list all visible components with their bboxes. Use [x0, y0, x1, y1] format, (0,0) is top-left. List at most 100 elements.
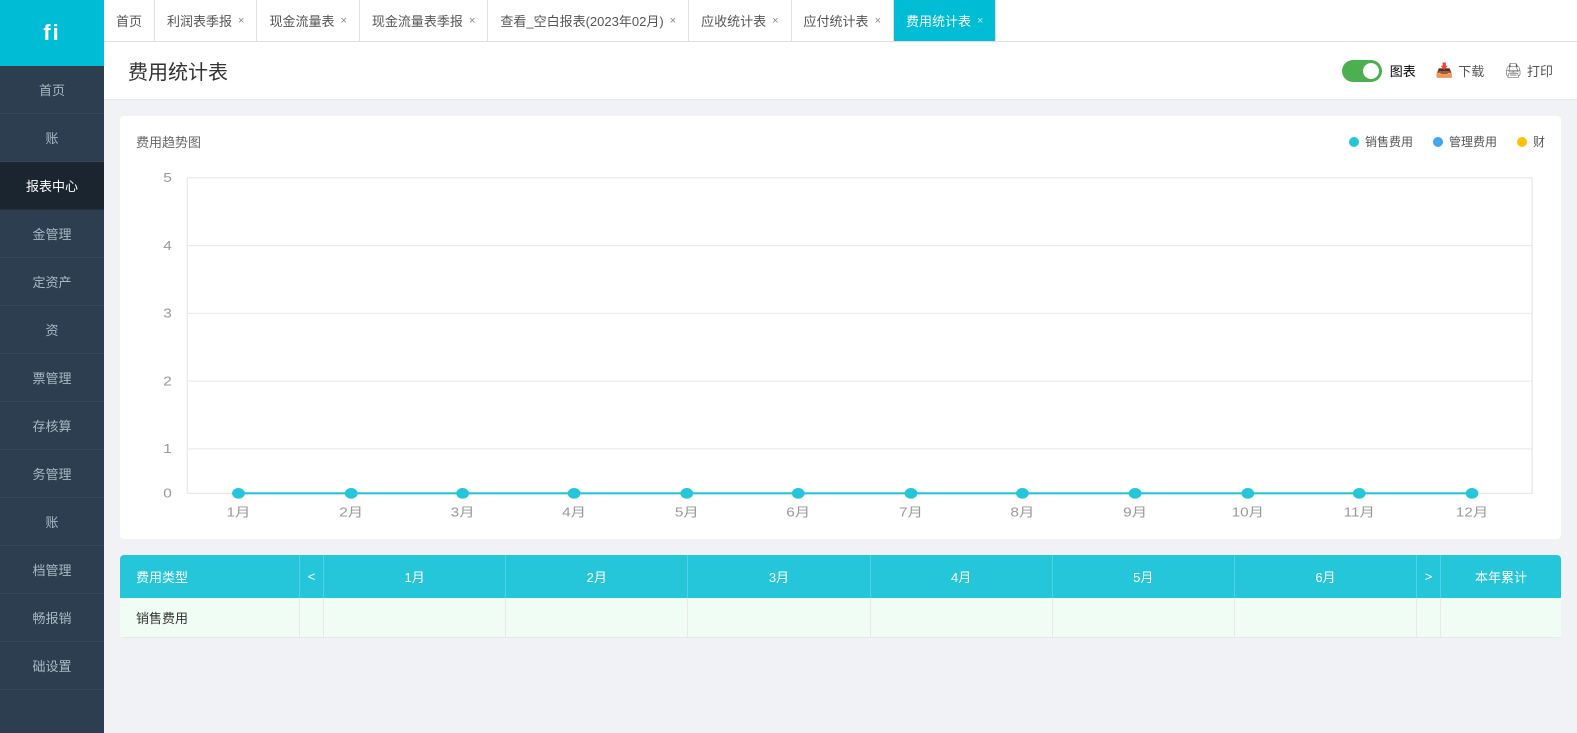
- td-total-1: [1441, 598, 1561, 637]
- svg-text:3月: 3月: [451, 505, 475, 519]
- table-data-row-1: 销售费用: [120, 598, 1561, 638]
- data-point-3: [456, 488, 469, 499]
- sidebar-item-investment[interactable]: 资: [0, 306, 104, 354]
- sidebar-item-inventory[interactable]: 存核算: [0, 402, 104, 450]
- data-point-6: [792, 488, 805, 499]
- chart-toggle[interactable]: [1342, 60, 1382, 82]
- th-month-1: 1月: [324, 555, 506, 598]
- tab-close-blank-report[interactable]: ×: [670, 15, 676, 27]
- th-month-2: 2月: [506, 555, 688, 598]
- tab-close-profit-quarter[interactable]: ×: [238, 15, 244, 27]
- td-val-1-1: [324, 598, 506, 637]
- data-point-11: [1353, 488, 1366, 499]
- svg-text:10月: 10月: [1232, 505, 1264, 519]
- svg-text:1月: 1月: [227, 505, 251, 519]
- th-month-6: 6月: [1235, 555, 1417, 598]
- sidebar-logo: fi: [0, 0, 104, 66]
- svg-text:4月: 4月: [562, 505, 586, 519]
- header-actions: 图表 📥 下载 🖨 打印: [1342, 60, 1553, 82]
- print-icon: 🖨: [1504, 62, 1522, 79]
- sidebar-item-invoice[interactable]: 票管理: [0, 354, 104, 402]
- data-point-9: [1129, 488, 1142, 499]
- sidebar-item-settings[interactable]: 础设置: [0, 642, 104, 690]
- svg-text:6月: 6月: [786, 505, 810, 519]
- chart-title: 费用趋势图: [136, 132, 201, 151]
- sidebar-item-report-center[interactable]: 报表中心: [0, 162, 104, 210]
- td-val-1-5: [1053, 598, 1235, 637]
- data-point-5: [680, 488, 693, 499]
- sidebar-item-fixed-assets[interactable]: 定资产: [0, 258, 104, 306]
- chart-toggle-label: 图表: [1390, 61, 1416, 80]
- tab-close-payable-stat[interactable]: ×: [875, 15, 881, 27]
- chart-header: 费用趋势图 销售费用 管理费用 财: [136, 132, 1545, 151]
- legend-sales: 销售费用: [1349, 133, 1413, 150]
- data-point-12: [1466, 488, 1479, 499]
- data-point-2: [345, 488, 358, 499]
- chart-svg: 5 4 3 2 1 0 1月 2月: [136, 163, 1545, 523]
- td-val-1-6: [1235, 598, 1417, 637]
- svg-text:2: 2: [163, 374, 172, 388]
- sidebar-item-account[interactable]: 账: [0, 114, 104, 162]
- tab-cashflow[interactable]: 现金流量表 ×: [257, 0, 359, 42]
- sidebar-item-archive[interactable]: 档管理: [0, 546, 104, 594]
- legend-dot-finance: [1517, 137, 1527, 147]
- download-icon: 📥: [1436, 62, 1453, 79]
- th-type: 费用类型: [120, 555, 300, 598]
- legend-admin: 管理费用: [1433, 133, 1497, 150]
- legend-dot-sales: [1349, 137, 1359, 147]
- tab-bar: 首页 利润表季报 × 现金流量表 × 现金流量表季报 × 查看_空白报表(202…: [104, 0, 1577, 42]
- tab-payable-stat[interactable]: 应付统计表 ×: [792, 0, 894, 42]
- svg-text:0: 0: [163, 486, 172, 500]
- tab-profit-quarter[interactable]: 利润表季报 ×: [155, 0, 257, 42]
- sidebar-item-fund[interactable]: 金管理: [0, 210, 104, 258]
- svg-text:2月: 2月: [339, 505, 363, 519]
- sidebar-item-write-off[interactable]: 畅报销: [0, 594, 104, 642]
- sidebar: fi 首页 账 报表中心 金管理 定资产 资 票管理 存核算 务管理 账 档管理…: [0, 0, 104, 733]
- svg-text:3: 3: [163, 306, 172, 320]
- legend-dot-admin: [1433, 137, 1443, 147]
- chart-card: 费用趋势图 销售费用 管理费用 财: [120, 116, 1561, 539]
- td-nav-next: [1417, 598, 1441, 637]
- download-button[interactable]: 📥 下载: [1436, 61, 1484, 80]
- tab-close-cashflow-quarter[interactable]: ×: [469, 15, 475, 27]
- sidebar-item-payable[interactable]: 账: [0, 498, 104, 546]
- tab-cashflow-quarter[interactable]: 现金流量表季报 ×: [360, 0, 488, 42]
- page-title: 费用统计表: [128, 56, 228, 85]
- th-month-5: 5月: [1053, 555, 1235, 598]
- sidebar-item-home[interactable]: 首页: [0, 66, 104, 114]
- th-month-3: 3月: [688, 555, 870, 598]
- svg-text:7月: 7月: [899, 505, 923, 519]
- td-type-1: 销售费用: [120, 598, 300, 637]
- tab-close-receivable[interactable]: ×: [772, 15, 778, 27]
- th-month-4: 4月: [871, 555, 1053, 598]
- sidebar-item-service[interactable]: 务管理: [0, 450, 104, 498]
- svg-text:8月: 8月: [1010, 505, 1034, 519]
- tab-close-cashflow[interactable]: ×: [340, 15, 346, 27]
- table-section: 费用类型 < 1月 2月 3月 4月 5月 6月 > 本年累计 销售费用: [120, 555, 1561, 638]
- tab-close-expense-stat[interactable]: ×: [977, 15, 983, 27]
- data-point-4: [568, 488, 581, 499]
- data-point-1: [232, 488, 245, 499]
- tab-home[interactable]: 首页: [104, 0, 155, 42]
- svg-text:5月: 5月: [675, 505, 699, 519]
- svg-text:4: 4: [163, 238, 172, 252]
- table-header-row: 费用类型 < 1月 2月 3月 4月 5月 6月 > 本年累计: [120, 555, 1561, 598]
- tab-expense-stat[interactable]: 费用统计表 ×: [894, 0, 996, 42]
- tab-blank-report[interactable]: 查看_空白报表(2023年02月) ×: [488, 0, 689, 42]
- svg-text:11月: 11月: [1344, 505, 1375, 519]
- data-point-7: [905, 488, 918, 499]
- page-header: 费用统计表 图表 📥 下载 🖨 打印: [104, 42, 1577, 100]
- chart-legend: 销售费用 管理费用 财: [1349, 133, 1545, 150]
- print-button[interactable]: 🖨 打印: [1504, 61, 1553, 80]
- content-area: 费用趋势图 销售费用 管理费用 财: [104, 100, 1577, 733]
- td-nav-prev: [300, 598, 324, 637]
- svg-text:12月: 12月: [1456, 505, 1488, 519]
- td-val-1-4: [871, 598, 1053, 637]
- svg-text:5: 5: [163, 170, 172, 184]
- tab-receivable[interactable]: 应收统计表 ×: [689, 0, 791, 42]
- chart-toggle-wrap: 图表: [1342, 60, 1416, 82]
- main-area: 首页 利润表季报 × 现金流量表 × 现金流量表季报 × 查看_空白报表(202…: [104, 0, 1577, 733]
- th-next-button[interactable]: >: [1417, 555, 1441, 598]
- th-prev-button[interactable]: <: [300, 555, 324, 598]
- data-point-8: [1016, 488, 1029, 499]
